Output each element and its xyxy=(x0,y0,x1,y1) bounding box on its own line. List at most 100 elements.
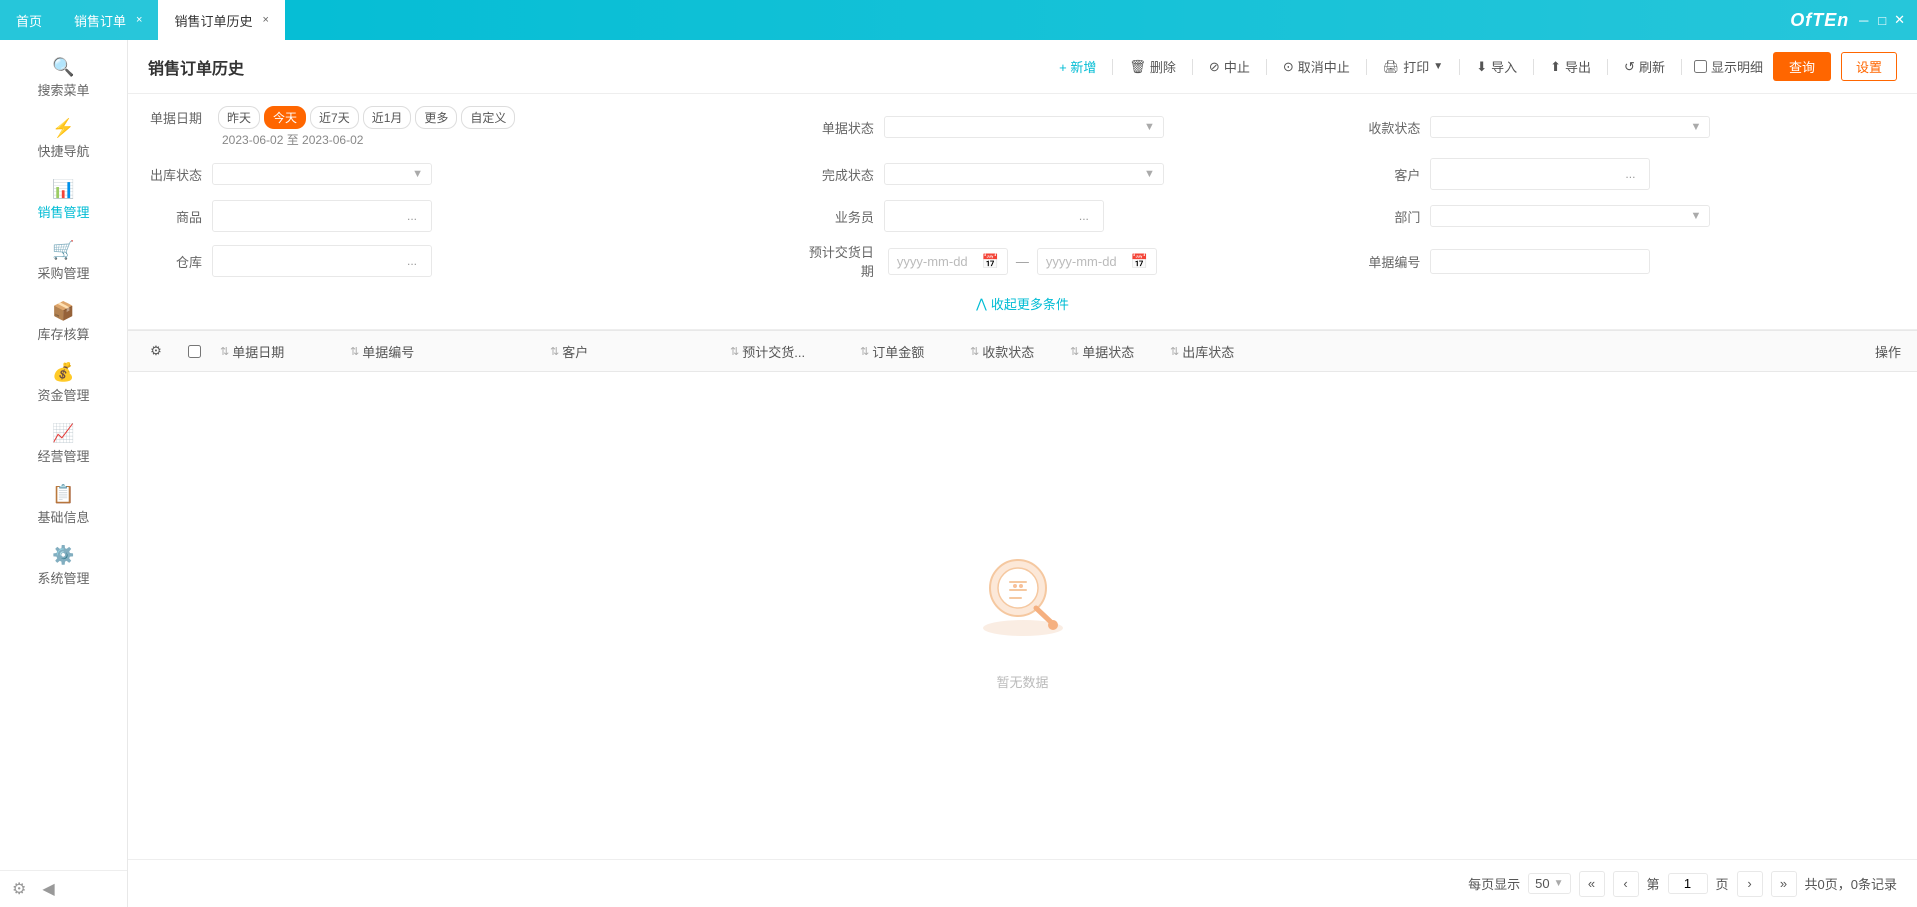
window-maximize[interactable]: □ xyxy=(1878,13,1886,28)
salesman-input-wrap[interactable]: ... xyxy=(884,200,1104,232)
out-status-dropdown-icon: ▼ xyxy=(412,168,423,180)
date-btn-custom[interactable]: 自定义 xyxy=(461,106,515,129)
tab-sales-order[interactable]: 销售订单 × xyxy=(58,0,158,40)
delete-label: 删除 xyxy=(1150,57,1176,76)
display-detail-checkbox[interactable] xyxy=(1694,60,1707,73)
sidebar-item-capital-mgmt[interactable]: 💰 资金管理 xyxy=(0,353,127,414)
th-delivery[interactable]: ⇅ 预计交货... xyxy=(722,342,852,361)
sales-mgmt-icon: 📊 xyxy=(52,180,74,198)
filter-col-order-status: 单据状态 ▼ xyxy=(804,116,1351,138)
th-date-label: 单据日期 xyxy=(232,342,284,361)
business-mgmt-icon: 📈 xyxy=(52,424,74,442)
sidebar-item-system-mgmt[interactable]: ⚙️ 系统管理 xyxy=(0,536,127,597)
th-gear[interactable]: ⚙ xyxy=(136,343,176,359)
display-detail-label: 显示明细 xyxy=(1711,57,1763,76)
th-checkbox[interactable] xyxy=(176,345,212,358)
sidebar-item-sales-mgmt[interactable]: 📊 销售管理 xyxy=(0,170,127,231)
window-close[interactable]: ✕ xyxy=(1894,12,1905,28)
refresh-label: 刷新 xyxy=(1639,57,1665,76)
divider-4 xyxy=(1366,59,1367,75)
select-all-checkbox[interactable] xyxy=(188,345,201,358)
tab-home[interactable]: 首页 xyxy=(0,0,58,40)
expected-date-end-input[interactable]: yyyy-mm-dd 📅 xyxy=(1037,248,1157,275)
sidebar-item-search-menu[interactable]: 🔍 搜索菜单 xyxy=(0,48,127,109)
page-input[interactable] xyxy=(1668,873,1708,894)
table-area: ⚙ ⇅ 单据日期 ⇅ 单据编号 ⇅ 客户 ⇅ xyxy=(128,330,1917,859)
quick-nav-icon: ⚡ xyxy=(52,119,74,137)
cancel-stop-button[interactable]: ⊙ 取消中止 xyxy=(1279,55,1354,78)
tab-sales-order-history[interactable]: 销售订单历史 × xyxy=(158,0,284,40)
sidebar-item-quick-nav[interactable]: ⚡ 快捷导航 xyxy=(0,109,127,170)
page-label: 页 xyxy=(1716,874,1729,893)
order-status-select[interactable]: ▼ xyxy=(884,116,1164,138)
th-pay-status[interactable]: ⇅ 收款状态 xyxy=(962,342,1062,361)
expected-date-start-input[interactable]: yyyy-mm-dd 📅 xyxy=(888,248,1008,275)
sidebar-item-basic-info[interactable]: 📋 基础信息 xyxy=(0,475,127,536)
filter-col-complete-status: 完成状态 ▼ xyxy=(804,163,1351,185)
date-btn-more[interactable]: 更多 xyxy=(415,106,457,129)
goods-more-btn[interactable]: ... xyxy=(401,205,423,227)
th-customer[interactable]: ⇅ 客户 xyxy=(542,342,722,361)
customer-input-wrap[interactable]: ... xyxy=(1430,158,1650,190)
th-order-status[interactable]: ⇅ 单据状态 xyxy=(1062,342,1162,361)
tab-sales-order-history-close[interactable]: × xyxy=(262,14,268,26)
th-out-status[interactable]: ⇅ 出库状态 xyxy=(1162,342,1262,361)
th-date[interactable]: ⇅ 单据日期 xyxy=(212,342,342,361)
settings-icon[interactable]: ⚙ xyxy=(12,879,26,899)
goods-input-wrap[interactable]: ... xyxy=(212,200,432,232)
export-icon: ⬆ xyxy=(1550,59,1561,75)
th-no[interactable]: ⇅ 单据编号 xyxy=(342,342,542,361)
capital-mgmt-icon: 💰 xyxy=(52,363,74,381)
print-button[interactable]: 🖨 打印 ▼ xyxy=(1379,55,1447,78)
payment-status-label: 收款状态 xyxy=(1350,118,1430,137)
collapse-more-label: 收起更多条件 xyxy=(991,294,1069,313)
order-no-input[interactable] xyxy=(1430,249,1650,274)
import-button[interactable]: ⬇ 导入 xyxy=(1472,55,1521,78)
collapse-icon[interactable]: ◀ xyxy=(42,879,54,899)
setting-button[interactable]: 设置 xyxy=(1841,52,1897,81)
last-page-btn[interactable]: » xyxy=(1771,871,1797,897)
page-size-select[interactable]: 50 ▼ xyxy=(1528,873,1570,894)
dept-select[interactable]: ▼ xyxy=(1430,205,1710,227)
cancel-stop-label: 取消中止 xyxy=(1298,57,1350,76)
refresh-button[interactable]: ↺ 刷新 xyxy=(1620,55,1669,78)
complete-status-select[interactable]: ▼ xyxy=(884,163,1164,185)
date-btn-1month[interactable]: 近1月 xyxy=(363,106,412,129)
warehouse-more-btn[interactable]: ... xyxy=(401,250,423,272)
prev-page-btn[interactable]: ‹ xyxy=(1613,871,1639,897)
date-btn-7days[interactable]: 近7天 xyxy=(310,106,359,129)
salesman-more-btn[interactable]: ... xyxy=(1073,205,1095,227)
sidebar-item-business-mgmt[interactable]: 📈 经营管理 xyxy=(0,414,127,475)
empty-svg xyxy=(963,540,1083,640)
sidebar-item-purchase-mgmt[interactable]: 🛒 采购管理 xyxy=(0,231,127,292)
th-amount[interactable]: ⇅ 订单金额 xyxy=(852,342,962,361)
payment-status-dropdown-icon: ▼ xyxy=(1691,121,1702,133)
filter-col-warehouse: 仓库 ... xyxy=(148,245,804,277)
sidebar-item-sales-mgmt-label: 销售管理 xyxy=(37,202,89,221)
warehouse-input-wrap[interactable]: ... xyxy=(212,245,432,277)
window-minimize[interactable]: － xyxy=(1857,11,1870,30)
stop-label: 中止 xyxy=(1224,57,1250,76)
collapse-more-btn[interactable]: ⋀ 收起更多条件 xyxy=(148,290,1897,317)
empty-text: 暂无数据 xyxy=(996,672,1048,691)
next-page-btn[interactable]: › xyxy=(1737,871,1763,897)
date-range-text: 2023-06-02 至 2023-06-02 xyxy=(222,131,363,148)
out-status-select[interactable]: ▼ xyxy=(212,163,432,185)
query-button[interactable]: 查询 xyxy=(1773,52,1831,81)
sidebar-item-inventory[interactable]: 📦 库存核算 xyxy=(0,292,127,353)
date-btn-yesterday[interactable]: 昨天 xyxy=(218,106,260,129)
new-button[interactable]: + 新增 xyxy=(1055,55,1100,78)
customer-more-btn[interactable]: ... xyxy=(1619,163,1641,185)
first-page-btn[interactable]: « xyxy=(1579,871,1605,897)
th-operation-label: 操作 xyxy=(1875,342,1901,361)
tab-sales-order-close[interactable]: × xyxy=(136,14,142,26)
date-btn-today[interactable]: 今天 xyxy=(264,106,306,129)
stop-button[interactable]: ⊘ 中止 xyxy=(1205,55,1254,78)
export-button[interactable]: ⬆ 导出 xyxy=(1546,55,1595,78)
sort-customer-icon: ⇅ xyxy=(550,345,559,358)
th-no-label: 单据编号 xyxy=(362,342,414,361)
sidebar: 🔍 搜索菜单 ⚡ 快捷导航 📊 销售管理 🛒 采购管理 📦 库存核算 💰 资金管… xyxy=(0,40,128,907)
payment-status-select[interactable]: ▼ xyxy=(1430,116,1710,138)
delete-button[interactable]: 🗑 删除 xyxy=(1125,55,1180,78)
sort-order-status-icon: ⇅ xyxy=(1070,345,1079,358)
